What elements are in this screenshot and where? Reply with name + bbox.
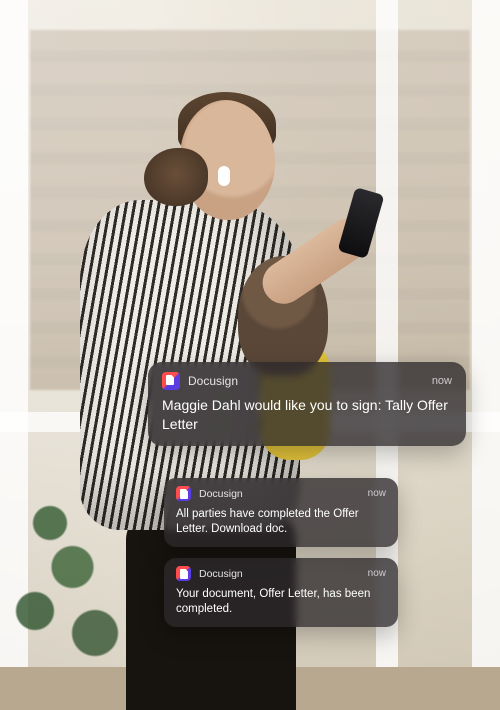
notification-time: now — [368, 488, 386, 499]
notification-time: now — [432, 375, 452, 387]
notification-app-name: Docusign — [199, 568, 243, 580]
docusign-app-icon — [176, 486, 191, 501]
docusign-app-icon — [162, 372, 180, 390]
notification-message: Maggie Dahl would like you to sign: Tall… — [162, 396, 452, 434]
docusign-app-icon — [176, 566, 191, 581]
notification-message: Your document, Offer Letter, has been co… — [176, 587, 386, 617]
notification-app-name: Docusign — [188, 374, 238, 388]
notification-card[interactable]: Docusign now Your document, Offer Letter… — [164, 558, 398, 627]
notification-card[interactable]: Docusign now Maggie Dahl would like you … — [148, 362, 466, 446]
notification-app-name: Docusign — [199, 488, 243, 500]
notification-time: now — [368, 568, 386, 579]
notification-message: All parties have completed the Offer Let… — [176, 507, 386, 537]
notification-card[interactable]: Docusign now All parties have completed … — [164, 478, 398, 547]
